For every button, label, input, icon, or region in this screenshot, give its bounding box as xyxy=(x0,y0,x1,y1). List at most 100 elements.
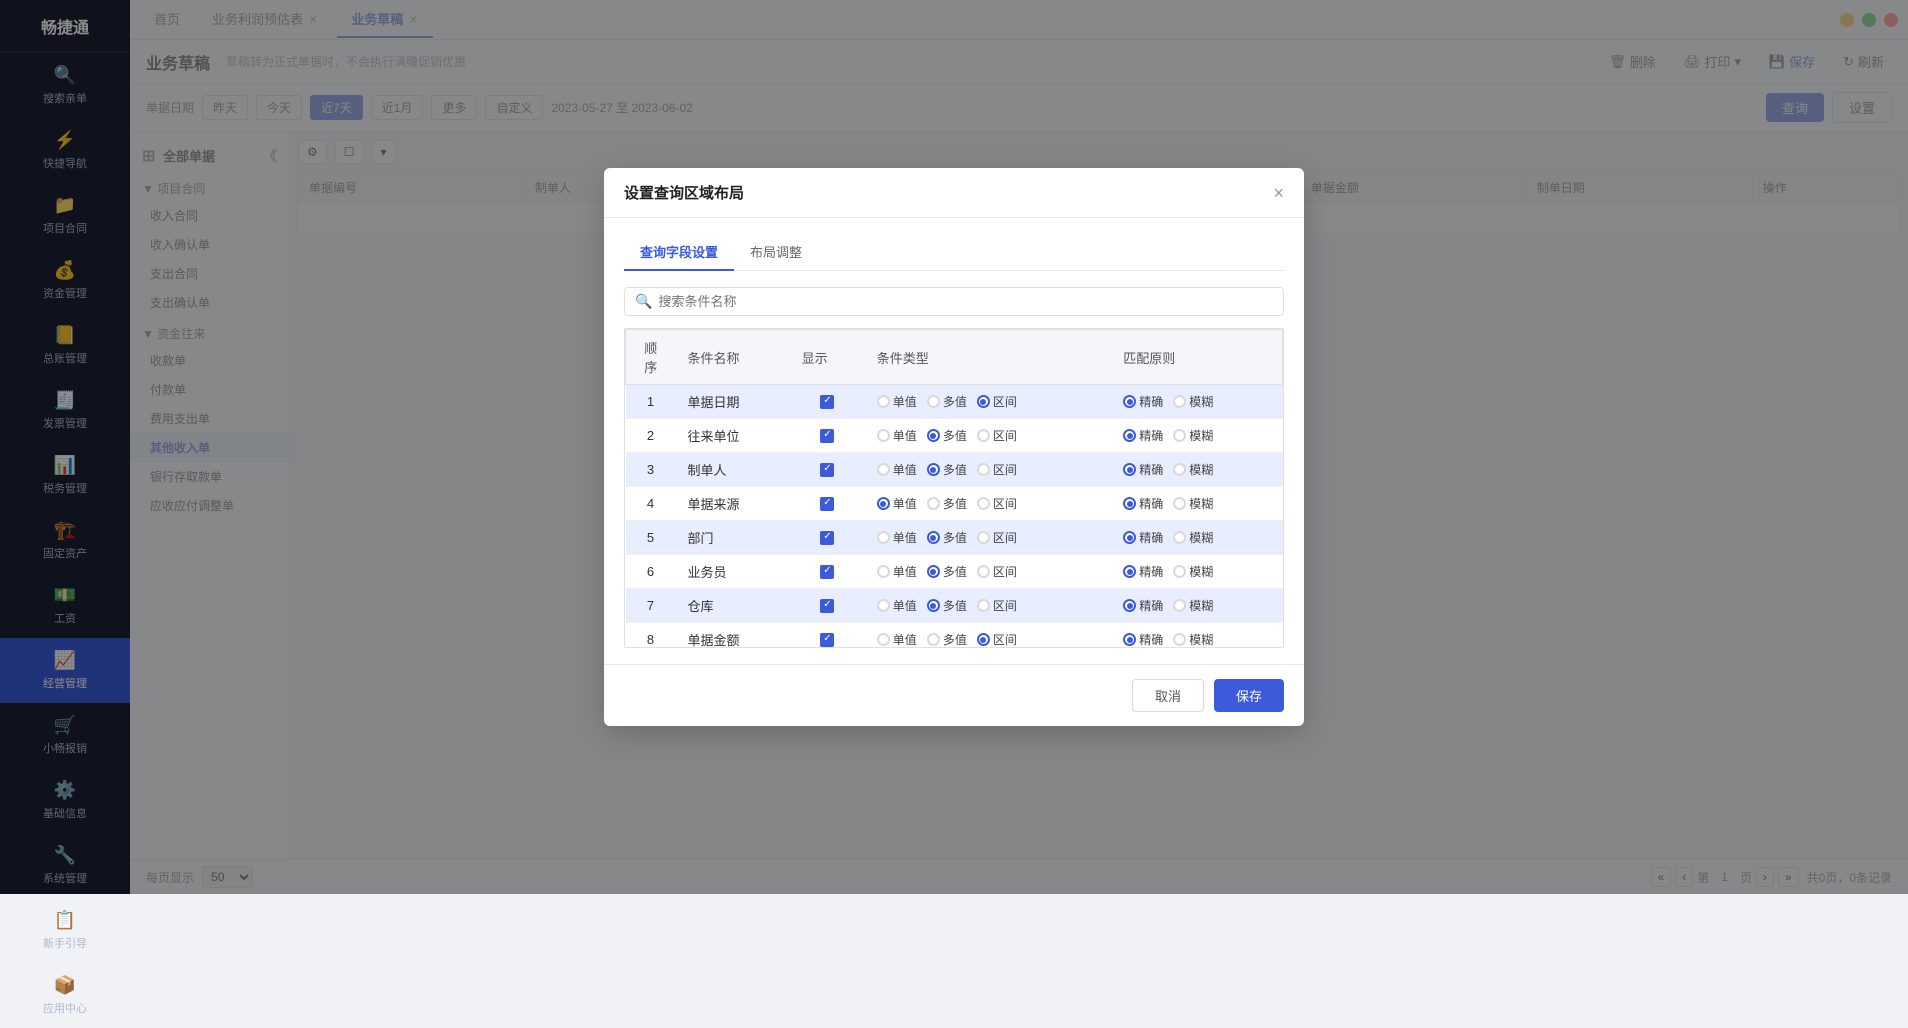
modal-search-input[interactable] xyxy=(658,294,898,309)
radio-exact-1[interactable]: 精确 xyxy=(1123,427,1163,444)
show-checkbox-4[interactable] xyxy=(820,531,834,545)
show-checkbox-6[interactable] xyxy=(820,599,834,613)
config-row-name: 单据日期 xyxy=(676,385,790,419)
radio-circle-range-0 xyxy=(977,395,990,408)
radio-single-1[interactable]: 单值 xyxy=(877,427,917,444)
radio-fuzzy-2[interactable]: 模糊 xyxy=(1173,461,1213,478)
radio-exact-4[interactable]: 精确 xyxy=(1123,529,1163,546)
sidebar-label-guide: 新手引导 xyxy=(43,935,87,951)
radio-label-fuzzy-1: 模糊 xyxy=(1189,427,1213,444)
radio-multiple-4[interactable]: 多值 xyxy=(927,529,967,546)
modal-body: 查询字段设置 布局调整 🔍 顺序 条件名称 显示 条件类型 xyxy=(604,218,1304,664)
radio-single-3[interactable]: 单值 xyxy=(877,495,917,512)
config-col-condition: 条件类型 xyxy=(865,330,1111,385)
config-row-show[interactable] xyxy=(790,623,865,649)
save-button[interactable]: 保存 xyxy=(1214,679,1284,712)
config-row-show[interactable] xyxy=(790,385,865,419)
sidebar-item-guide[interactable]: 📋 新手引导 xyxy=(0,898,130,963)
radio-range-0[interactable]: 区间 xyxy=(977,393,1017,410)
radio-exact-2[interactable]: 精确 xyxy=(1123,461,1163,478)
modal-title: 设置查询区域布局 xyxy=(624,182,744,203)
config-row-name: 单据来源 xyxy=(676,487,790,521)
modal-dialog: 设置查询区域布局 × 查询字段设置 布局调整 🔍 顺序 xyxy=(604,168,1304,726)
show-checkbox-5[interactable] xyxy=(820,565,834,579)
modal-tab-layout[interactable]: 布局调整 xyxy=(734,234,818,271)
radio-fuzzy-5[interactable]: 模糊 xyxy=(1173,563,1213,580)
radio-single-7[interactable]: 单值 xyxy=(877,631,917,648)
config-table-wrapper: 顺序 条件名称 显示 条件类型 匹配原则 1单据日期 单值 xyxy=(624,328,1284,648)
radio-range-1[interactable]: 区间 xyxy=(977,427,1017,444)
radio-range-2[interactable]: 区间 xyxy=(977,461,1017,478)
radio-label-range-4: 区间 xyxy=(993,529,1017,546)
radio-single-5[interactable]: 单值 xyxy=(877,563,917,580)
radio-multiple-6[interactable]: 多值 xyxy=(927,597,967,614)
config-row-show[interactable] xyxy=(790,419,865,453)
radio-fuzzy-4[interactable]: 模糊 xyxy=(1173,529,1213,546)
radio-circle-single-1 xyxy=(877,429,890,442)
radio-circle-fuzzy-1 xyxy=(1173,429,1186,442)
radio-fuzzy-6[interactable]: 模糊 xyxy=(1173,597,1213,614)
config-row-show[interactable] xyxy=(790,521,865,555)
radio-exact-5[interactable]: 精确 xyxy=(1123,563,1163,580)
radio-single-2[interactable]: 单值 xyxy=(877,461,917,478)
radio-single-4[interactable]: 单值 xyxy=(877,529,917,546)
config-row-show[interactable] xyxy=(790,589,865,623)
radio-multiple-0[interactable]: 多值 xyxy=(927,393,967,410)
radio-range-6[interactable]: 区间 xyxy=(977,597,1017,614)
radio-label-single-5: 单值 xyxy=(893,563,917,580)
radio-circle-range-6 xyxy=(977,599,990,612)
radio-exact-7[interactable]: 精确 xyxy=(1123,631,1163,648)
radio-multiple-5[interactable]: 多值 xyxy=(927,563,967,580)
config-row-condition: 单值 多值 区间 xyxy=(865,521,1111,555)
radio-multiple-7[interactable]: 多值 xyxy=(927,631,967,648)
show-checkbox-0[interactable] xyxy=(820,395,834,409)
cancel-button[interactable]: 取消 xyxy=(1132,679,1204,712)
config-table: 顺序 条件名称 显示 条件类型 匹配原则 1单据日期 单值 xyxy=(625,329,1283,648)
show-checkbox-3[interactable] xyxy=(820,497,834,511)
show-checkbox-2[interactable] xyxy=(820,463,834,477)
radio-multiple-2[interactable]: 多值 xyxy=(927,461,967,478)
radio-single-0[interactable]: 单值 xyxy=(877,393,917,410)
modal-search-icon: 🔍 xyxy=(635,293,652,310)
config-row-show[interactable] xyxy=(790,555,865,589)
radio-range-3[interactable]: 区间 xyxy=(977,495,1017,512)
radio-single-6[interactable]: 单值 xyxy=(877,597,917,614)
radio-label-exact-5: 精确 xyxy=(1139,563,1163,580)
radio-circle-multiple-1 xyxy=(927,429,940,442)
radio-circle-range-5 xyxy=(977,565,990,578)
radio-label-fuzzy-3: 模糊 xyxy=(1189,495,1213,512)
radio-circle-exact-5 xyxy=(1123,565,1136,578)
radio-circle-single-2 xyxy=(877,463,890,476)
radio-exact-0[interactable]: 精确 xyxy=(1123,393,1163,410)
modal-tabs: 查询字段设置 布局调整 xyxy=(624,234,1284,271)
radio-circle-fuzzy-7 xyxy=(1173,633,1186,646)
radio-fuzzy-0[interactable]: 模糊 xyxy=(1173,393,1213,410)
radio-circle-multiple-7 xyxy=(927,633,940,646)
config-row-match: 精确 模糊 xyxy=(1111,419,1282,453)
config-row-match: 精确 模糊 xyxy=(1111,521,1282,555)
radio-range-7[interactable]: 区间 xyxy=(977,631,1017,648)
radio-fuzzy-3[interactable]: 模糊 xyxy=(1173,495,1213,512)
modal-tab-query-fields[interactable]: 查询字段设置 xyxy=(624,234,734,271)
radio-exact-3[interactable]: 精确 xyxy=(1123,495,1163,512)
radio-circle-exact-7 xyxy=(1123,633,1136,646)
radio-label-range-1: 区间 xyxy=(993,427,1017,444)
radio-multiple-1[interactable]: 多值 xyxy=(927,427,967,444)
radio-exact-6[interactable]: 精确 xyxy=(1123,597,1163,614)
config-row-show[interactable] xyxy=(790,487,865,521)
modal-overlay[interactable]: 设置查询区域布局 × 查询字段设置 布局调整 🔍 顺序 xyxy=(0,0,1908,894)
radio-range-4[interactable]: 区间 xyxy=(977,529,1017,546)
radio-fuzzy-1[interactable]: 模糊 xyxy=(1173,427,1213,444)
radio-label-fuzzy-6: 模糊 xyxy=(1189,597,1213,614)
show-checkbox-7[interactable] xyxy=(820,633,834,647)
modal-close-btn[interactable]: × xyxy=(1273,184,1284,202)
radio-circle-single-0 xyxy=(877,395,890,408)
radio-multiple-3[interactable]: 多值 xyxy=(927,495,967,512)
radio-range-5[interactable]: 区间 xyxy=(977,563,1017,580)
radio-label-single-6: 单值 xyxy=(893,597,917,614)
show-checkbox-1[interactable] xyxy=(820,429,834,443)
config-row-show[interactable] xyxy=(790,453,865,487)
config-row-order: 8 xyxy=(626,623,676,649)
radio-fuzzy-7[interactable]: 模糊 xyxy=(1173,631,1213,648)
sidebar-item-app-center[interactable]: 📦 应用中心 xyxy=(0,963,130,1028)
